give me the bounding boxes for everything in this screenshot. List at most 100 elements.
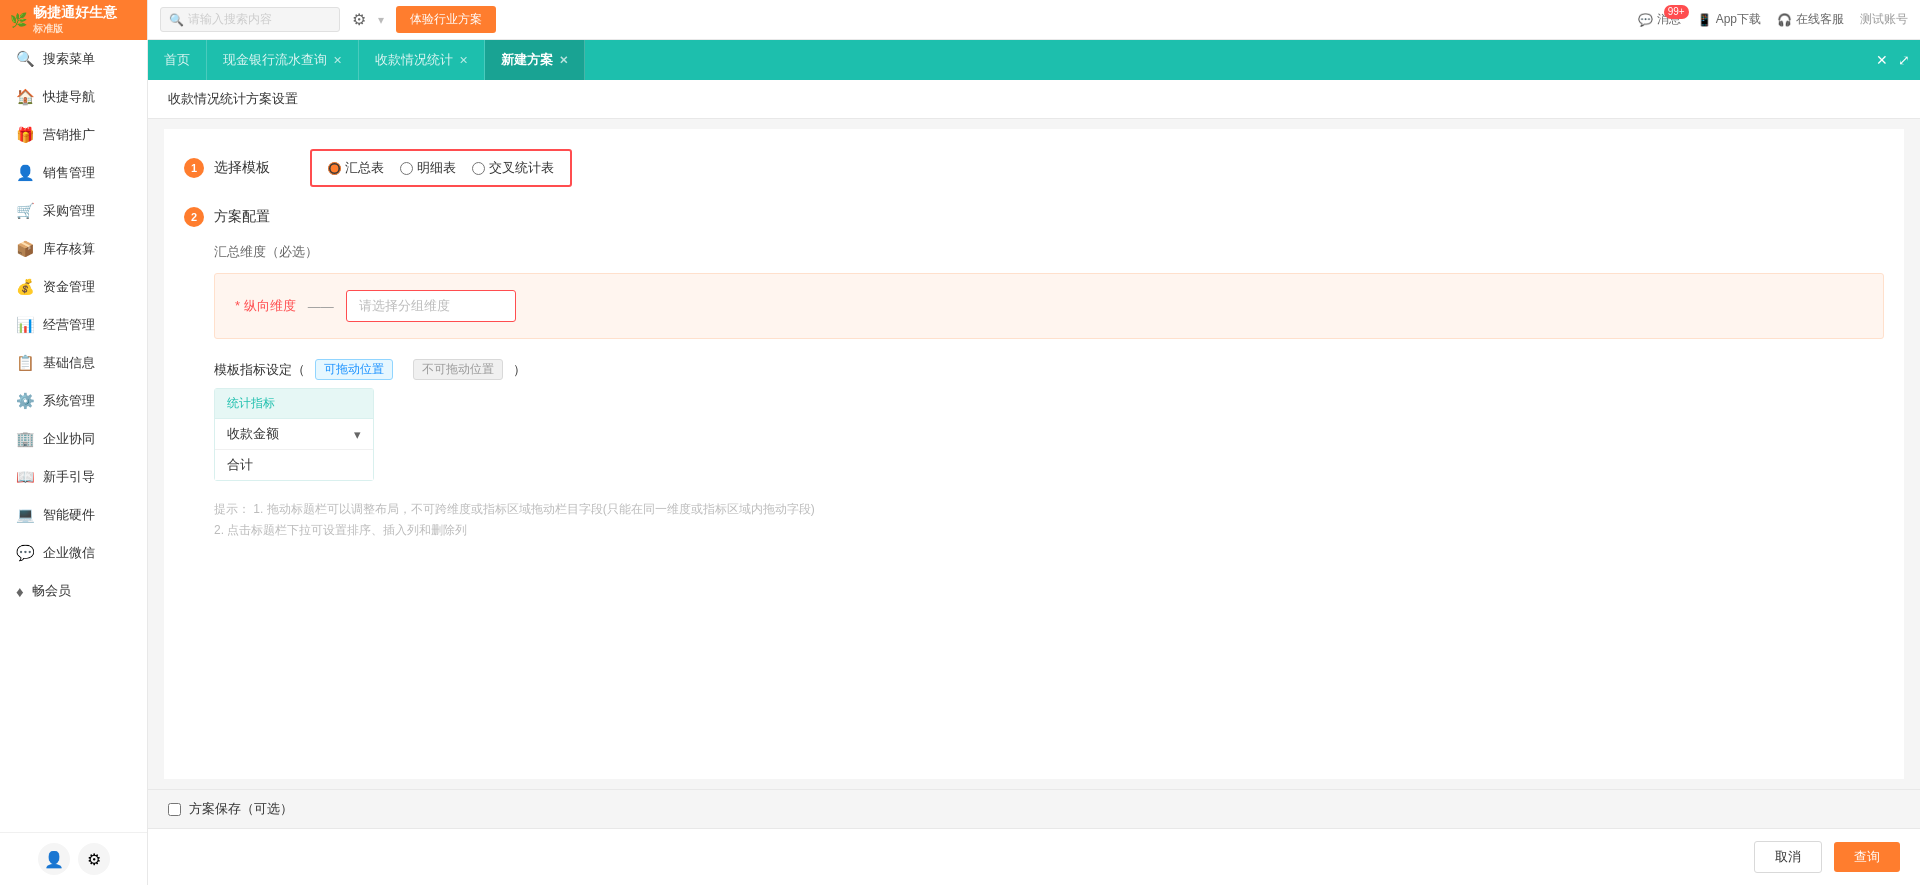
- sidebar-item-label: 采购管理: [43, 202, 95, 220]
- query-button[interactable]: 查询: [1834, 842, 1900, 872]
- search-placeholder: 请输入搜索内容: [188, 11, 272, 28]
- sidebar-item-label: 企业协同: [43, 430, 95, 448]
- download-item[interactable]: 📱 App下载: [1697, 11, 1761, 28]
- metrics-close: ）: [513, 361, 526, 379]
- sidebar-item-nav[interactable]: 🏠 快捷导航: [0, 78, 147, 116]
- radio-summary[interactable]: 汇总表: [328, 159, 384, 177]
- topbar-separator: ▾: [378, 13, 384, 27]
- sidebar-item-purchase[interactable]: 🛒 采购管理: [0, 192, 147, 230]
- sidebar-item-label: 企业微信: [43, 544, 95, 562]
- main-area: 🔍 请输入搜索内容 ⚙ ▾ 体验行业方案 💬 消息 99+ 📱 App下载 🎧 …: [148, 0, 1920, 885]
- computer-icon: 💻: [16, 506, 35, 524]
- sidebar-item-guide[interactable]: 📖 新手引导: [0, 458, 147, 496]
- box-icon: 📦: [16, 240, 35, 258]
- tab-collection-close[interactable]: ✕: [459, 54, 468, 67]
- radio-summary-input[interactable]: [328, 162, 341, 175]
- tab-bar: 首页 现金银行流水查询 ✕ 收款情况统计 ✕ 新建方案 ✕ ✕ ⤢: [148, 40, 1920, 80]
- sidebar-item-operation[interactable]: 📊 经营管理: [0, 306, 147, 344]
- sidebar-item-label: 营销推广: [43, 126, 95, 144]
- section-num-1: 1: [184, 158, 204, 178]
- sidebar-avatar-2[interactable]: ⚙: [78, 843, 110, 875]
- tab-new-plan-close[interactable]: ✕: [559, 54, 568, 67]
- metrics-label-text: 模板指标设定（: [214, 361, 305, 379]
- tab-expand[interactable]: ⤢: [1898, 52, 1910, 68]
- tab-new-plan[interactable]: 新建方案 ✕: [485, 40, 585, 80]
- sidebar-item-system[interactable]: ⚙️ 系统管理: [0, 382, 147, 420]
- service-label: 在线客服: [1796, 11, 1844, 28]
- sidebar-item-enterprise[interactable]: 🏢 企业协同: [0, 420, 147, 458]
- book-icon: 📖: [16, 468, 35, 486]
- radio-detail[interactable]: 明细表: [400, 159, 456, 177]
- radio-cross[interactable]: 交叉统计表: [472, 159, 554, 177]
- industry-btn[interactable]: 体验行业方案: [396, 6, 496, 33]
- topbar: 🔍 请输入搜索内容 ⚙ ▾ 体验行业方案 💬 消息 99+ 📱 App下载 🎧 …: [148, 0, 1920, 40]
- chart-icon: 📊: [16, 316, 35, 334]
- sidebar-bottom: 👤 ⚙: [0, 832, 147, 885]
- sidebar-item-label: 基础信息: [43, 354, 95, 372]
- tab-close-all[interactable]: ✕: [1876, 52, 1888, 68]
- sidebar-item-label: 智能硬件: [43, 506, 95, 524]
- sidebar-item-wechat[interactable]: 💬 企业微信: [0, 534, 147, 572]
- metrics-table-total-row: 合计: [215, 449, 373, 480]
- sidebar-avatar-1[interactable]: 👤: [38, 843, 70, 875]
- draggable-tag: 可拖动位置: [315, 359, 393, 380]
- tab-collection[interactable]: 收款情况统计 ✕: [359, 40, 485, 80]
- content-area: 收款情况统计方案设置 1 选择模板 汇总表 明细表: [148, 80, 1920, 885]
- message-badge: 99+: [1664, 5, 1689, 19]
- dropdown-icon[interactable]: ▾: [354, 427, 361, 442]
- sidebar-item-inventory[interactable]: 📦 库存核算: [0, 230, 147, 268]
- metrics-table-header: 统计指标: [215, 389, 373, 419]
- radio-detail-input[interactable]: [400, 162, 413, 175]
- service-icon: 🎧: [1777, 13, 1792, 27]
- diamond-icon: ♦: [16, 583, 24, 600]
- form-area: 1 选择模板 汇总表 明细表 交叉统计表: [164, 129, 1904, 779]
- total-label: 合计: [227, 456, 253, 474]
- tab-cashflow[interactable]: 现金银行流水查询 ✕: [207, 40, 359, 80]
- sidebar-item-capital[interactable]: 💰 资金管理: [0, 268, 147, 306]
- sidebar-item-label: 库存核算: [43, 240, 95, 258]
- search-icon: 🔍: [16, 50, 35, 68]
- clipboard-icon: 📋: [16, 354, 35, 372]
- message-item[interactable]: 💬 消息 99+: [1638, 11, 1681, 28]
- metrics-label-row: 模板指标设定（ 可拖动位置 不可拖动位置 ）: [214, 359, 1884, 380]
- section-config-header: 2 方案配置: [184, 207, 1884, 227]
- cart-icon: 🛒: [16, 202, 35, 220]
- tab-cashflow-close[interactable]: ✕: [333, 54, 342, 67]
- cancel-button[interactable]: 取消: [1754, 841, 1822, 873]
- section-template-header: 1 选择模板 汇总表 明细表 交叉统计表: [184, 149, 1884, 187]
- tab-collection-label: 收款情况统计: [375, 51, 453, 69]
- tip-line-2: 2. 点击标题栏下拉可设置排序、插入列和删除列: [214, 522, 1884, 539]
- sidebar-item-marketing[interactable]: 🎁 营销推广: [0, 116, 147, 154]
- page-header: 收款情况统计方案设置: [148, 80, 1920, 119]
- metrics-table-collection-row[interactable]: 收款金额 ▾: [215, 419, 373, 449]
- sidebar-item-sales[interactable]: 👤 销售管理: [0, 154, 147, 192]
- vertical-label: * 纵向维度: [235, 297, 296, 315]
- sidebar-item-search[interactable]: 🔍 搜索菜单: [0, 40, 147, 78]
- save-plan-checkbox[interactable]: [168, 803, 181, 816]
- sidebar-item-member[interactable]: ♦ 畅会员: [0, 572, 147, 610]
- dimension-row: * 纵向维度 —— 请选择分组维度: [235, 290, 1863, 322]
- tab-cashflow-label: 现金银行流水查询: [223, 51, 327, 69]
- service-item[interactable]: 🎧 在线客服: [1777, 11, 1844, 28]
- save-plan-label: 方案保存（可选）: [189, 800, 293, 818]
- sidebar-item-hardware[interactable]: 💻 智能硬件: [0, 496, 147, 534]
- metrics-table: 统计指标 收款金额 ▾ 合计: [214, 388, 374, 481]
- radio-cross-input[interactable]: [472, 162, 485, 175]
- tips-area: 提示： 1. 拖动标题栏可以调整布局，不可跨维度或指标区域拖动栏目字段(只能在同…: [214, 501, 1884, 539]
- sidebar-item-label: 畅会员: [32, 582, 71, 600]
- building-icon: 🏢: [16, 430, 35, 448]
- sidebar-item-basic[interactable]: 📋 基础信息: [0, 344, 147, 382]
- section-title-2: 方案配置: [214, 208, 270, 226]
- search-icon: 🔍: [169, 13, 184, 27]
- radio-cross-label: 交叉统计表: [489, 159, 554, 177]
- tabs-actions: ✕ ⤢: [1866, 40, 1920, 80]
- message-icon: 💬: [1638, 13, 1653, 27]
- topbar-right: 💬 消息 99+ 📱 App下载 🎧 在线客服 测试账号: [1638, 11, 1908, 28]
- search-box[interactable]: 🔍 请输入搜索内容: [160, 7, 340, 32]
- dimension-select[interactable]: 请选择分组维度: [346, 290, 516, 322]
- sidebar: 🌿 畅捷通好生意 标准版 🔍 搜索菜单 🏠 快捷导航 🎁 营销推广 👤 销售管理…: [0, 0, 148, 885]
- settings-icon[interactable]: ⚙: [352, 10, 366, 29]
- action-bar: 取消 查询: [148, 828, 1920, 885]
- tab-home[interactable]: 首页: [148, 40, 207, 80]
- sidebar-item-label: 销售管理: [43, 164, 95, 182]
